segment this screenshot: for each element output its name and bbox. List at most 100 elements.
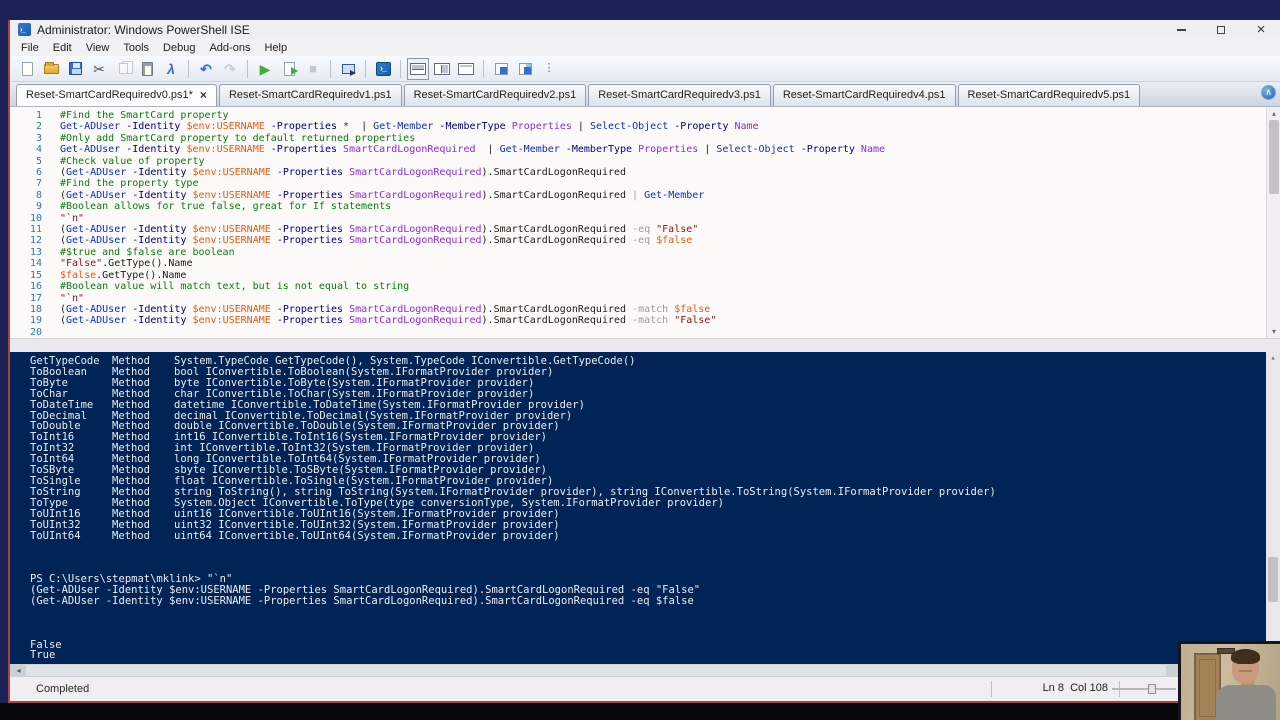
console-horizontal-scrollbar[interactable] [10, 664, 1280, 677]
zoom-slider[interactable] [1112, 688, 1176, 690]
editor-tab-3[interactable]: Reset-SmartCardRequiredv3.ps1 [588, 84, 771, 106]
code-text: Get-ADUser -Identity $env:USERNAME -Prop… [60, 121, 759, 132]
zoom-slider-thumb[interactable] [1148, 684, 1156, 694]
editor-vertical-scrollbar[interactable] [1266, 107, 1280, 338]
collapse-tabs-button[interactable] [1261, 85, 1276, 100]
scroll-up-icon[interactable] [1267, 107, 1280, 120]
scroll-up-icon[interactable] [1266, 352, 1280, 365]
copy-button[interactable] [112, 58, 134, 80]
member-type: Method [112, 520, 174, 531]
close-button[interactable] [1254, 23, 1268, 37]
window-controls [1174, 23, 1274, 37]
script-editor-pane[interactable]: 1#Find the SmartCard property2Get-ADUser… [10, 106, 1280, 338]
tab-label: Reset-SmartCardRequiredv3.ps1 [598, 89, 761, 101]
console-line: False [30, 640, 1280, 651]
member-name: ToDateTime [30, 400, 112, 411]
scroll-down-icon[interactable] [1267, 325, 1280, 338]
script-pane-top-button[interactable] [407, 58, 429, 80]
tab-strip: Reset-SmartCardRequiredv0.ps1*Reset-Smar… [16, 84, 1142, 106]
menu-help[interactable]: Help [257, 41, 294, 55]
console-vertical-scrollbar[interactable] [1266, 352, 1280, 664]
code-area[interactable]: 1#Find the SmartCard property2Get-ADUser… [10, 107, 1280, 338]
copy-icon [119, 63, 128, 74]
new-script-button[interactable] [16, 58, 38, 80]
console-method-row: ToCharMethodchar IConvertible.ToChar(Sys… [30, 389, 1280, 400]
scroll-left-icon[interactable] [12, 664, 25, 677]
code-text: (Get-ADUser -Identity $env:USERNAME -Pro… [60, 235, 692, 246]
show-script-pane-icon [519, 63, 532, 75]
code-text: #Boolean value will match text, but is n… [60, 281, 409, 292]
tab-label: Reset-SmartCardRequiredv5.ps1 [968, 89, 1131, 101]
console-line [30, 618, 1280, 629]
show-command-window-button[interactable] [490, 58, 512, 80]
console-pane[interactable]: GetTypeCodeMethodSystem.TypeCode GetType… [10, 352, 1280, 664]
script-pane-maximized-button[interactable] [455, 58, 477, 80]
console-line [30, 552, 1280, 563]
code-line: 2Get-ADUser -Identity $env:USERNAME -Pro… [10, 121, 1280, 132]
menu-tools[interactable]: Tools [116, 41, 156, 55]
editor-tab-4[interactable]: Reset-SmartCardRequiredv4.ps1 [773, 84, 956, 106]
console-line [30, 629, 1280, 640]
line-number: 15 [10, 270, 48, 281]
editor-tab-2[interactable]: Reset-SmartCardRequiredv2.ps1 [404, 84, 587, 106]
line-number: 12 [10, 235, 48, 246]
console-scrollbar-thumb[interactable] [1268, 557, 1278, 602]
editor-scrollbar-thumb[interactable] [1269, 120, 1279, 194]
show-script-pane-button[interactable] [514, 58, 536, 80]
restore-button[interactable] [1214, 23, 1228, 37]
redo-button[interactable]: ↷ [219, 58, 241, 80]
menu-addons[interactable]: Add-ons [202, 41, 257, 55]
minimize-button[interactable] [1174, 23, 1188, 37]
menu-bar: FileEditViewToolsDebugAdd-onsHelp [10, 39, 1280, 56]
line-number: 11 [10, 224, 48, 235]
start-powershell-button[interactable] [372, 58, 394, 80]
new-remote-powershell-tab-button[interactable] [337, 58, 359, 80]
close-icon [1257, 21, 1266, 39]
desktop-background: Administrator: Windows PowerShell ISE Fi… [0, 0, 1280, 720]
member-type: Method [112, 509, 174, 520]
tab-close-icon[interactable] [200, 88, 207, 102]
toolbar: ✂ λ ↶↷ ▶ ■ ⋮ [10, 56, 1280, 82]
cut-button[interactable]: ✂ [88, 58, 110, 80]
run-selection-icon [284, 62, 295, 76]
member-definition: uint16 IConvertible.ToUInt16(System.IFor… [174, 509, 1280, 520]
code-line: 16#Boolean value will match text, but is… [10, 281, 1280, 292]
status-text: Completed [10, 683, 89, 695]
run-selection-button[interactable] [278, 58, 300, 80]
menu-file[interactable]: File [14, 41, 46, 55]
menu-view[interactable]: View [79, 41, 117, 55]
hscroll-thumb[interactable] [26, 665, 1166, 676]
toolbar-separator [188, 60, 189, 78]
line-number: 4 [10, 144, 48, 155]
new-remote-powershell-tab-icon [342, 64, 355, 74]
editor-tab-1[interactable]: Reset-SmartCardRequiredv1.ps1 [219, 84, 402, 106]
line-number: 9 [10, 201, 48, 212]
open-script-button[interactable] [40, 58, 62, 80]
toolbar-separator [365, 60, 366, 78]
paste-button[interactable] [136, 58, 158, 80]
menu-edit[interactable]: Edit [46, 41, 79, 55]
tab-label: Reset-SmartCardRequiredv4.ps1 [783, 89, 946, 101]
code-line: 9#Boolean allows for true false, great f… [10, 201, 1280, 212]
script-pane-right-button[interactable] [431, 58, 453, 80]
member-type: Method [112, 531, 174, 542]
clear-console-pane-button[interactable]: λ [160, 58, 182, 80]
restore-icon [1217, 26, 1225, 34]
editor-tab-0[interactable]: Reset-SmartCardRequiredv0.ps1* [16, 84, 217, 106]
menu-debug[interactable]: Debug [156, 41, 202, 55]
undo-button[interactable]: ↶ [195, 58, 217, 80]
toolbar-overflow-button[interactable]: ⋮ [538, 58, 560, 80]
editor-tab-5[interactable]: Reset-SmartCardRequiredv5.ps1 [958, 84, 1141, 106]
webcam-person-head [1232, 651, 1259, 684]
pane-splitter[interactable] [10, 338, 1280, 352]
toolbar-separator [330, 60, 331, 78]
stop-operation-button[interactable]: ■ [302, 58, 324, 80]
code-line: 3#Only add SmartCard property to default… [10, 133, 1280, 144]
run-script-button[interactable]: ▶ [254, 58, 276, 80]
console-method-row: ToDateTimeMethoddatetime IConvertible.To… [30, 400, 1280, 411]
code-text: #Only add SmartCard property to default … [60, 133, 415, 144]
code-text: "`n" [60, 213, 84, 224]
save-button[interactable] [64, 58, 86, 80]
code-text: #$true and $false are boolean [60, 247, 235, 258]
member-definition: char IConvertible.ToChar(System.IFormatP… [174, 389, 1280, 400]
